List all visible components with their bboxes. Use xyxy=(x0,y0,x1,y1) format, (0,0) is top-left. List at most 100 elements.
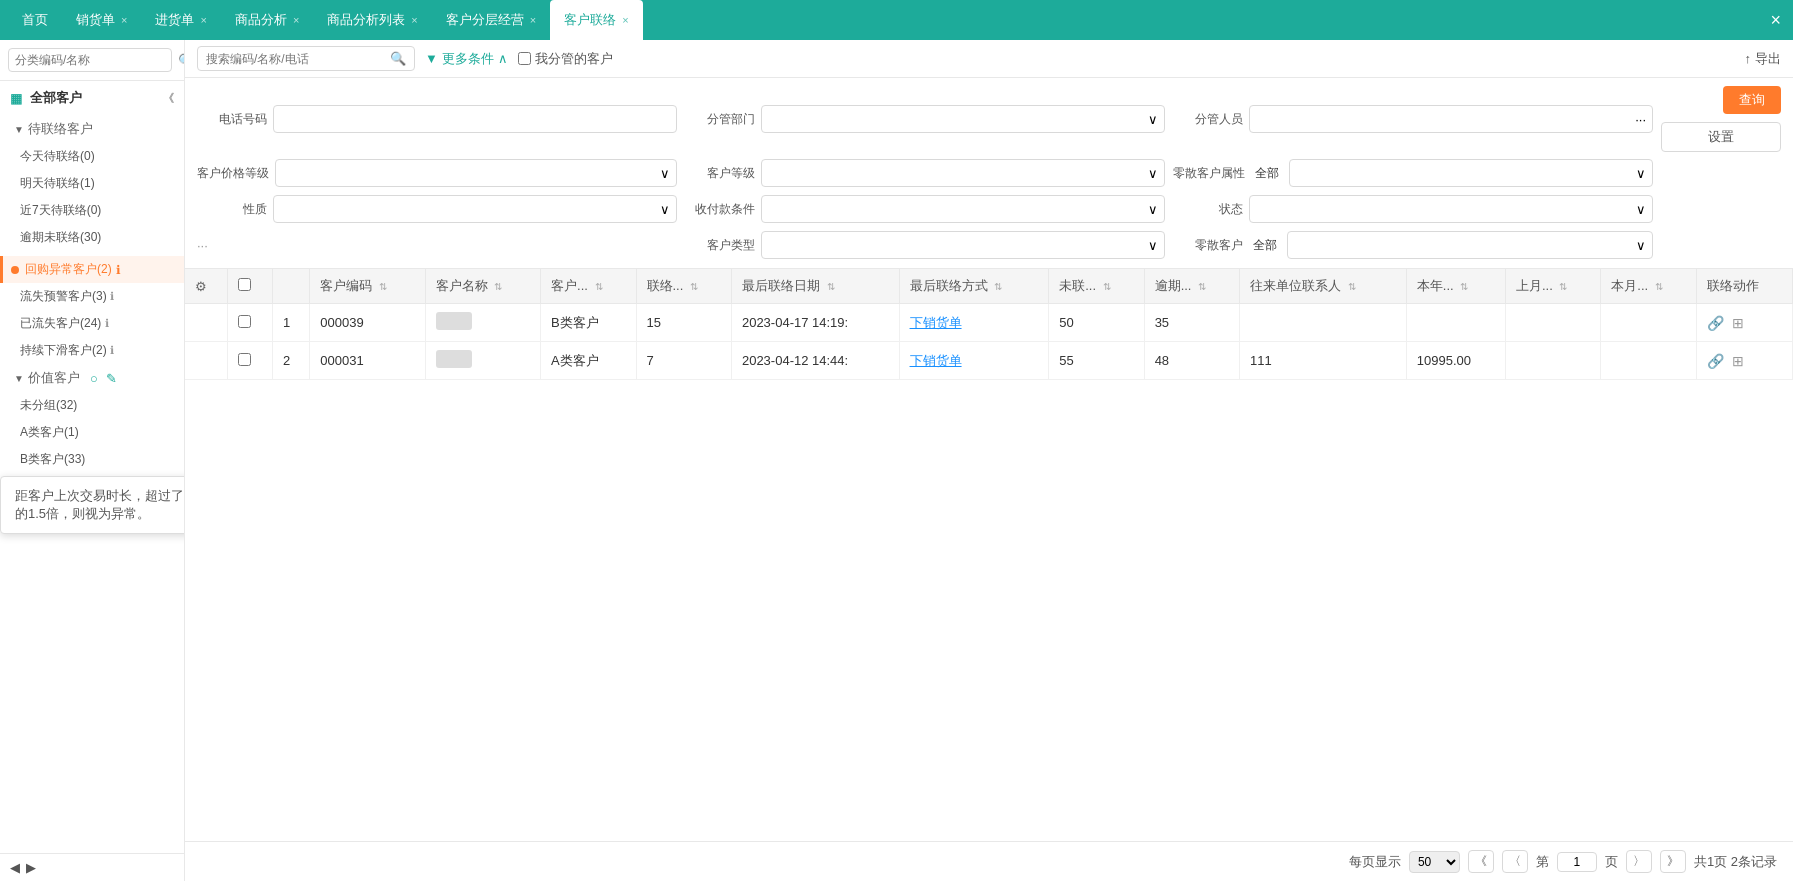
sidebar-left-arrow[interactable]: ◀ xyxy=(10,860,20,875)
nav-product-list-close[interactable]: × xyxy=(411,14,417,26)
sidebar-group-value[interactable]: ▼ 价值客户 ○ ✎ xyxy=(0,364,184,392)
grid-action-icon-2[interactable]: ⊞ xyxy=(1732,353,1744,369)
prev-page-btn[interactable]: 〈 xyxy=(1502,850,1528,873)
select-all-checkbox[interactable] xyxy=(238,278,251,291)
last-page-btn[interactable]: 》 xyxy=(1660,850,1686,873)
th-last-date[interactable]: 最后联络日期 ⇅ xyxy=(731,269,899,304)
nav-sales[interactable]: 销货单 × xyxy=(62,0,141,40)
sidebar-item-churn-warning[interactable]: 流失预警客户(3) ℹ xyxy=(0,283,184,310)
phone-input[interactable] xyxy=(273,105,677,133)
th-overdue[interactable]: 逾期... ⇅ xyxy=(1144,269,1239,304)
sidebar-item-7days[interactable]: 近7天待联络(0) xyxy=(0,197,184,224)
nav-home[interactable]: 首页 xyxy=(8,0,62,40)
row-checkbox-2[interactable] xyxy=(238,353,251,366)
sort-icon-tmonth[interactable]: ⇅ xyxy=(1655,281,1663,292)
customer-type-select[interactable]: ∨ xyxy=(761,231,1165,259)
sidebar-item-repurchase-anomaly[interactable]: 回购异常客户(2) ℹ xyxy=(0,256,184,283)
link-icon-2[interactable]: 🔗 xyxy=(1707,353,1724,369)
sort-icon-overdue[interactable]: ⇅ xyxy=(1198,281,1206,292)
value-customer-config-icon[interactable]: ✎ xyxy=(106,371,117,386)
payment-select[interactable]: ∨ xyxy=(761,195,1165,223)
per-page-select[interactable]: 10 20 50 100 xyxy=(1409,851,1460,873)
link-icon-1[interactable]: 🔗 xyxy=(1707,315,1724,331)
sidebar-item-tomorrow[interactable]: 明天待联络(1) xyxy=(0,170,184,197)
settings-button[interactable]: 设置 xyxy=(1661,122,1781,152)
search-icon-main[interactable]: 🔍 xyxy=(390,51,406,66)
nav-product-list[interactable]: 商品分析列表 × xyxy=(313,0,431,40)
price-level-select[interactable]: ∨ xyxy=(275,159,677,187)
nav-product-analysis-close[interactable]: × xyxy=(293,14,299,26)
td-checkbox-1[interactable] xyxy=(228,304,273,342)
sidebar-item-declining[interactable]: 持续下滑客户(2) ℹ xyxy=(0,337,184,364)
nature-select[interactable]: ∨ xyxy=(273,195,677,223)
td-checkbox-2[interactable] xyxy=(228,342,273,380)
sort-icon-year[interactable]: ⇅ xyxy=(1460,281,1468,292)
sort-icon-not[interactable]: ⇅ xyxy=(1103,281,1111,292)
th-not-contact[interactable]: 未联... ⇅ xyxy=(1049,269,1144,304)
sort-icon-unit[interactable]: ⇅ xyxy=(1348,281,1356,292)
sidebar-search-icon[interactable]: 🔍 xyxy=(178,53,185,68)
row-checkbox-1[interactable] xyxy=(238,315,251,328)
my-customers-checkbox-label[interactable]: 我分管的客户 xyxy=(518,50,613,68)
sidebar-collapse-btn[interactable]: 《 xyxy=(163,91,174,106)
my-customers-checkbox[interactable] xyxy=(518,52,531,65)
th-type[interactable]: 客户... ⇅ xyxy=(541,269,636,304)
nav-customer-contact-close[interactable]: × xyxy=(622,14,628,26)
sort-icon-name[interactable]: ⇅ xyxy=(494,281,502,292)
sort-icon-type[interactable]: ⇅ xyxy=(595,281,603,292)
th-this-year[interactable]: 本年... ⇅ xyxy=(1406,269,1505,304)
status-select[interactable]: ∨ xyxy=(1249,195,1653,223)
query-button[interactable]: 查询 xyxy=(1723,86,1781,114)
export-btn[interactable]: ↑ 导出 xyxy=(1745,50,1782,68)
sidebar-right-arrow[interactable]: ▶ xyxy=(26,860,36,875)
nav-purchase[interactable]: 进货单 × xyxy=(141,0,220,40)
sidebar-search-input[interactable] xyxy=(8,48,172,72)
grid-action-icon-1[interactable]: ⊞ xyxy=(1732,315,1744,331)
sort-icon-lmonth[interactable]: ⇅ xyxy=(1559,281,1567,292)
nav-sales-close[interactable]: × xyxy=(121,14,127,26)
dept-select[interactable]: ∨ xyxy=(761,105,1165,133)
th-code[interactable]: 客户编码 ⇅ xyxy=(310,269,425,304)
table-settings-icon[interactable]: ⚙ xyxy=(195,279,207,294)
th-unit-contact[interactable]: 往来单位联系人 ⇅ xyxy=(1240,269,1407,304)
sidebar-item-today[interactable]: 今天待联络(0) xyxy=(0,143,184,170)
sidebar-item-class-a[interactable]: A类客户(1) xyxy=(0,419,184,446)
sidebar-item-ungroup[interactable]: 未分组(32) xyxy=(0,392,184,419)
nav-customer-tier[interactable]: 客户分层经营 × xyxy=(432,0,550,40)
nav-customer-tier-close[interactable]: × xyxy=(530,14,536,26)
th-last-month[interactable]: 上月... ⇅ xyxy=(1505,269,1600,304)
retail-customer-select[interactable]: ∨ xyxy=(1287,231,1653,259)
th-this-month[interactable]: 本月... ⇅ xyxy=(1601,269,1696,304)
last-way-link-2[interactable]: 下销货单 xyxy=(910,353,962,368)
search-input[interactable] xyxy=(206,52,386,66)
td-last-way-1[interactable]: 下销货单 xyxy=(899,304,1049,342)
sidebar-item-overdue-contact[interactable]: 逾期未联络(30) xyxy=(0,224,184,251)
th-last-way[interactable]: 最后联络方式 ⇅ xyxy=(899,269,1049,304)
customer-level-select[interactable]: ∨ xyxy=(761,159,1165,187)
more-conditions-btn[interactable]: ▼ 更多条件 ∧ xyxy=(425,50,508,68)
sidebar-all-customers[interactable]: ▦ 全部客户 《 xyxy=(0,81,184,115)
close-app-button[interactable]: × xyxy=(1770,10,1781,31)
page-number-input[interactable] xyxy=(1557,852,1597,872)
last-way-link-1[interactable]: 下销货单 xyxy=(910,315,962,330)
sort-icon-way[interactable]: ⇅ xyxy=(994,281,1002,292)
nav-purchase-close[interactable]: × xyxy=(200,14,206,26)
th-settings[interactable]: ⚙ xyxy=(185,269,228,304)
nav-customer-contact[interactable]: 客户联络 × xyxy=(550,0,642,40)
sort-icon-contact[interactable]: ⇅ xyxy=(690,281,698,292)
value-customer-edit-icon[interactable]: ○ xyxy=(90,371,98,386)
next-page-btn[interactable]: 〉 xyxy=(1626,850,1652,873)
sidebar-item-churned[interactable]: 已流失客户(24) ℹ xyxy=(0,310,184,337)
sort-icon-date[interactable]: ⇅ xyxy=(827,281,835,292)
sidebar-group-pending[interactable]: ▼ 待联络客户 xyxy=(0,115,184,143)
th-contact[interactable]: 联络... ⇅ xyxy=(636,269,731,304)
sidebar-item-class-b[interactable]: B类客户(33) xyxy=(0,446,184,473)
sort-icon-code[interactable]: ⇅ xyxy=(379,281,387,292)
manager-select[interactable]: ··· xyxy=(1249,105,1653,133)
retail-attr-select[interactable]: ∨ xyxy=(1289,159,1653,187)
td-last-way-2[interactable]: 下销货单 xyxy=(899,342,1049,380)
th-name[interactable]: 客户名称 ⇅ xyxy=(425,269,540,304)
first-page-btn[interactable]: 《 xyxy=(1468,850,1494,873)
th-checkbox[interactable] xyxy=(228,269,273,304)
filter-more-dots[interactable]: ··· xyxy=(197,238,208,253)
